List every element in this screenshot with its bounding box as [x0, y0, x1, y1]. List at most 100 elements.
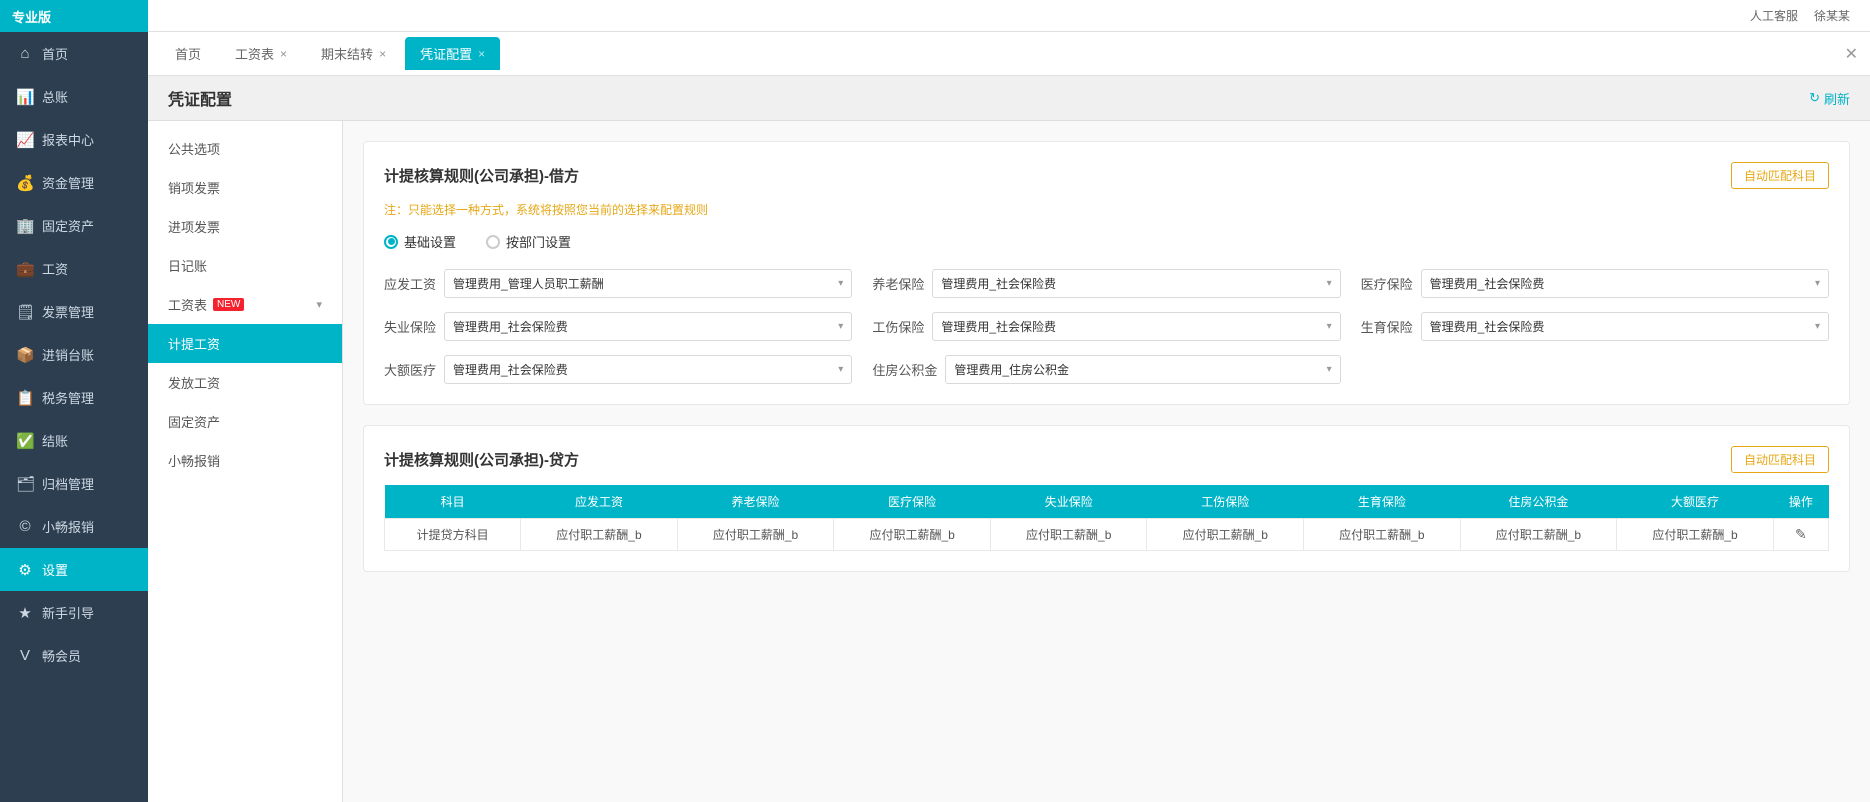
sidebar-label-settle: 结账: [42, 431, 68, 450]
edit-icon[interactable]: ✎: [1795, 526, 1807, 542]
field-salary-select[interactable]: 管理费用_管理人员职工薪酬 ▾: [444, 269, 852, 298]
sidebar-item-invoice[interactable]: 🗒 发票管理: [0, 290, 148, 333]
tab-voucher[interactable]: 凭证配置 ×: [405, 37, 500, 70]
tab-home[interactable]: 首页: [160, 37, 216, 70]
left-nav-xcreport[interactable]: 小畅报销: [148, 441, 342, 480]
debit-section: 计提核算规则(公司承担)-借方 自动匹配科目 注：只能选择一种方式，系统将按照您…: [363, 141, 1850, 405]
field-major-medical-select[interactable]: 管理费用_社会保险费 ▾: [444, 355, 852, 384]
left-nav-fixed-asset-label: 固定资产: [168, 412, 220, 431]
left-nav-salary-table[interactable]: 工资表 NEW ▾: [148, 285, 342, 324]
cell-medical: 应付职工薪酬_b: [834, 519, 991, 551]
field-injury: 工伤保险 管理费用_社会保险费 ▾: [872, 312, 1340, 341]
sidebar-item-guide[interactable]: ★ 新手引导: [0, 591, 148, 634]
field-unemployment-select[interactable]: 管理费用_社会保险费 ▾: [444, 312, 852, 341]
tabs-bar: 首页 工资表 × 期末结转 × 凭证配置 × ✕: [148, 32, 1870, 76]
sidebar-label-invoice: 发票管理: [42, 302, 94, 321]
refresh-button[interactable]: ↻ 刷新: [1809, 89, 1850, 108]
field-major-medical: 大额医疗 管理费用_社会保险费 ▾: [384, 355, 852, 384]
tab-salary-close[interactable]: ×: [280, 47, 287, 61]
field-maternity-select[interactable]: 管理费用_社会保险费 ▾: [1421, 312, 1829, 341]
user-service-label: 人工客服: [1750, 7, 1798, 24]
debit-note: 注：只能选择一种方式，系统将按照您当前的选择来配置规则: [384, 201, 1829, 218]
sidebar-item-stock[interactable]: 📦 进销台账: [0, 333, 148, 376]
cell-pension: 应付职工薪酬_b: [677, 519, 834, 551]
tab-salary-label: 工资表: [235, 44, 274, 63]
left-nav-xcreport-label: 小畅报销: [168, 451, 220, 470]
field-unemployment: 失业保险 管理费用_社会保险费 ▾: [384, 312, 852, 341]
debit-radio-group: 基础设置 按部门设置: [384, 232, 1829, 251]
sidebar-item-settle[interactable]: ✅ 结账: [0, 419, 148, 462]
left-nav-journal[interactable]: 日记账: [148, 246, 342, 285]
sidebar-item-xcreport[interactable]: © 小畅报销: [0, 505, 148, 548]
sidebar-label-xcreport: 小畅报销: [42, 517, 94, 536]
settings-icon: ⚙: [16, 561, 34, 579]
settle-icon: ✅: [16, 432, 34, 450]
cell-housing: 应付职工薪酬_b: [1460, 519, 1617, 551]
field-housing-label: 住房公积金: [872, 360, 937, 379]
radio-basic-label: 基础设置: [404, 232, 456, 251]
col-subject: 科目: [385, 485, 521, 519]
content-area: 公共选项 销项发票 进项发票 日记账 工资表 NEW ▾ 计提工资: [148, 121, 1870, 802]
sidebar-item-asset[interactable]: 🏢 固定资产: [0, 204, 148, 247]
sidebar-label-archive: 归档管理: [42, 474, 94, 493]
radio-dept[interactable]: 按部门设置: [486, 232, 571, 251]
left-nav-journal-label: 日记账: [168, 256, 207, 275]
main-area: 人工客服 徐某某 首页 工资表 × 期末结转 × 凭证配置 × ✕ 凭证配置 ↻…: [148, 0, 1870, 802]
field-housing-select[interactable]: 管理费用_住房公积金 ▾: [945, 355, 1340, 384]
sidebar-item-salary[interactable]: 💼 工资: [0, 247, 148, 290]
field-pension-select[interactable]: 管理费用_社会保险费 ▾: [932, 269, 1340, 298]
radio-basic[interactable]: 基础设置: [384, 232, 456, 251]
field-injury-select[interactable]: 管理费用_社会保险费 ▾: [932, 312, 1340, 341]
field-salary: 应发工资 管理费用_管理人员职工薪酬 ▾: [384, 269, 852, 298]
salary-icon: 💼: [16, 260, 34, 278]
field-injury-label: 工伤保险: [872, 317, 924, 336]
sidebar-label-home: 首页: [42, 44, 68, 63]
left-nav-debit-invoice[interactable]: 进项发票: [148, 207, 342, 246]
refresh-icon: ↻: [1809, 90, 1820, 106]
cell-action[interactable]: ✎: [1773, 519, 1828, 551]
tab-period-close[interactable]: ×: [379, 47, 386, 61]
debit-auto-match-button[interactable]: 自动匹配科目: [1731, 162, 1829, 189]
archive-icon: 🗂: [16, 475, 34, 493]
sidebar-item-settings[interactable]: ⚙ 设置: [0, 548, 148, 591]
field-major-medical-label: 大额医疗: [384, 360, 436, 379]
field-salary-label: 应发工资: [384, 274, 436, 293]
sidebar-item-home[interactable]: ⌂ 首页: [0, 32, 148, 75]
sidebar-item-archive[interactable]: 🗂 归档管理: [0, 462, 148, 505]
field-medical-label: 医疗保险: [1361, 274, 1413, 293]
field-maternity: 生育保险 管理费用_社会保险费 ▾: [1361, 312, 1829, 341]
tab-salary[interactable]: 工资表 ×: [220, 37, 302, 70]
field-maternity-value: 管理费用_社会保险费: [1430, 318, 1545, 335]
field-medical-select[interactable]: 管理费用_社会保险费 ▾: [1421, 269, 1829, 298]
col-action: 操作: [1773, 485, 1828, 519]
sidebar-label-member: 畅会员: [42, 646, 81, 665]
left-nav-calc-salary[interactable]: 计提工资: [148, 324, 342, 363]
sidebar-item-ledger[interactable]: 📊 总账: [0, 75, 148, 118]
sidebar-item-report[interactable]: 📈 报表中心: [0, 118, 148, 161]
xcreport-icon: ©: [16, 518, 34, 535]
sidebar-item-tax[interactable]: 📋 税务管理: [0, 376, 148, 419]
credit-auto-match-button[interactable]: 自动匹配科目: [1731, 446, 1829, 473]
window-close-btn[interactable]: ✕: [1845, 44, 1858, 64]
col-medical: 医疗保险: [834, 485, 991, 519]
left-nav-credit-invoice[interactable]: 销项发票: [148, 168, 342, 207]
radio-basic-dot: [388, 238, 395, 245]
tab-voucher-close[interactable]: ×: [478, 47, 485, 61]
chevron-down-icon: ▾: [1327, 364, 1332, 375]
left-nav-fixed-asset[interactable]: 固定资产: [148, 402, 342, 441]
sidebar-label-settings: 设置: [42, 560, 68, 579]
sidebar-label-ledger: 总账: [42, 87, 68, 106]
tab-period[interactable]: 期末结转 ×: [306, 37, 401, 70]
left-nav: 公共选项 销项发票 进项发票 日记账 工资表 NEW ▾ 计提工资: [148, 121, 343, 802]
left-nav-pay-salary[interactable]: 发放工资: [148, 363, 342, 402]
cell-unemployment: 应付职工薪酬_b: [990, 519, 1147, 551]
sidebar-label-salary: 工资: [42, 259, 68, 278]
left-nav-public[interactable]: 公共选项: [148, 129, 342, 168]
top-bar: 人工客服 徐某某: [148, 0, 1870, 32]
sidebar-item-fund[interactable]: 💰 资金管理: [0, 161, 148, 204]
refresh-label: 刷新: [1824, 89, 1850, 108]
radio-dept-circle: [486, 235, 500, 249]
col-major-medical: 大额医疗: [1617, 485, 1774, 519]
sidebar-item-member[interactable]: V 畅会员: [0, 634, 148, 677]
debit-section-title: 计提核算规则(公司承担)-借方: [384, 165, 579, 186]
